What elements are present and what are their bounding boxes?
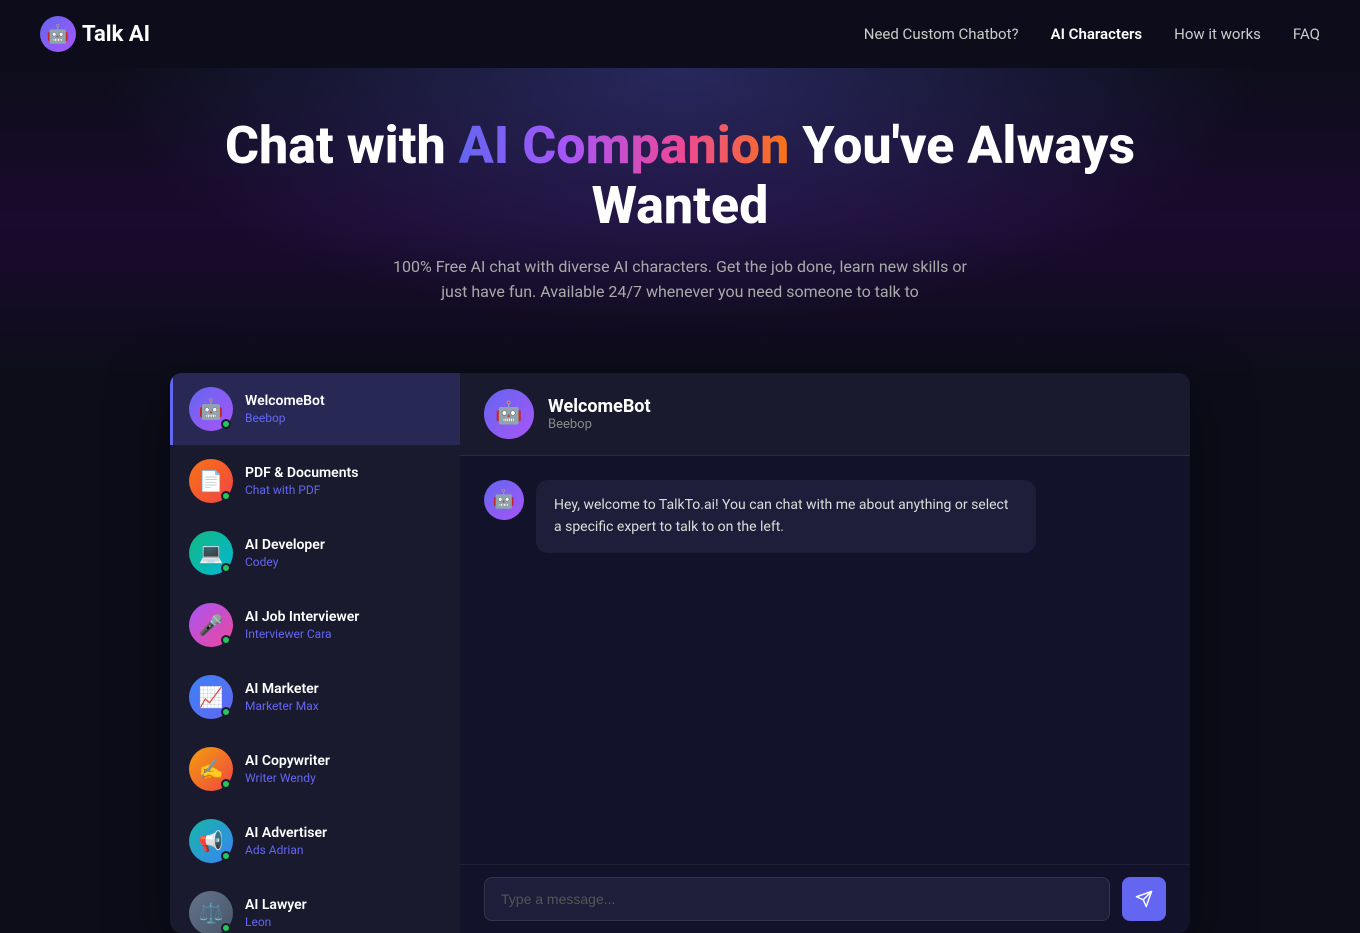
sidebar-item-marketer[interactable]: 📈 AI Marketer Marketer Max — [170, 661, 460, 733]
sidebar-item-advertiser[interactable]: 📢 AI Advertiser Ads Adrian — [170, 805, 460, 877]
item-title: PDF & Documents — [245, 465, 444, 481]
online-dot — [221, 563, 231, 573]
item-info: WelcomeBot Beebop — [245, 393, 444, 425]
online-dot — [221, 923, 231, 933]
avatar-wrap: 📄 — [189, 459, 233, 503]
hero-section: Chat with AI Companion You've Always Wan… — [0, 68, 1360, 373]
logo[interactable]: 🤖 Talk AI — [40, 16, 150, 52]
send-icon — [1135, 890, 1153, 908]
online-dot — [221, 491, 231, 501]
online-dot — [221, 419, 231, 429]
sidebar-item-lawyer[interactable]: ⚖️ AI Lawyer Leon — [170, 877, 460, 933]
nav-links: Need Custom Chatbot? AI Characters How it … — [864, 25, 1320, 43]
nav-link[interactable]: Need Custom Chatbot? — [864, 25, 1019, 43]
avatar-wrap: 🤖 — [189, 387, 233, 431]
sidebar-item-copywriter[interactable]: ✍️ AI Copywriter Writer Wendy — [170, 733, 460, 805]
item-title: WelcomeBot — [245, 393, 444, 409]
item-sub: Writer Wendy — [245, 771, 444, 785]
avatar-wrap: ⚖️ — [189, 891, 233, 933]
item-info: PDF & Documents Chat with PDF — [245, 465, 444, 497]
chat-header-avatar: 🤖 — [484, 389, 534, 439]
chat-input-area — [460, 864, 1190, 933]
item-title: AI Marketer — [245, 681, 444, 697]
message-avatar: 🤖 — [484, 480, 524, 520]
chat-main: 🤖 WelcomeBot Beebop 🤖 Hey, welcome to Ta… — [460, 373, 1190, 933]
chat-header-name: WelcomeBot — [548, 396, 651, 417]
avatar-wrap: 📈 — [189, 675, 233, 719]
item-sub: Codey — [245, 555, 444, 569]
headline-line2: Wanted — [592, 175, 769, 236]
headline-suffix: You've Always — [789, 115, 1135, 176]
item-title: AI Developer — [245, 537, 444, 553]
sidebar: 🤖 WelcomeBot Beebop 📄 PDF & Documents Ch… — [170, 373, 460, 933]
online-dot — [221, 707, 231, 717]
item-title: AI Lawyer — [245, 897, 444, 913]
item-sub: Chat with PDF — [245, 483, 444, 497]
item-info: AI Copywriter Writer Wendy — [245, 753, 444, 785]
item-title: AI Copywriter — [245, 753, 444, 769]
avatar-wrap: ✍️ — [189, 747, 233, 791]
item-sub: Leon — [245, 915, 444, 929]
message-row: 🤖 Hey, welcome to TalkTo.ai! You can cha… — [484, 480, 1166, 553]
nav-link[interactable]: AI Characters — [1051, 25, 1143, 43]
avatar-wrap: 📢 — [189, 819, 233, 863]
chat-input[interactable] — [484, 877, 1110, 921]
item-sub: Beebop — [245, 411, 444, 425]
item-info: AI Advertiser Ads Adrian — [245, 825, 444, 857]
item-title: AI Job Interviewer — [245, 609, 444, 625]
online-dot — [221, 851, 231, 861]
headline-gradient: AI Companion — [459, 115, 790, 176]
message-bubble: Hey, welcome to TalkTo.ai! You can chat … — [536, 480, 1036, 553]
headline-prefix: Chat with — [225, 115, 459, 176]
sidebar-item-pdf[interactable]: 📄 PDF & Documents Chat with PDF — [170, 445, 460, 517]
sidebar-item-developer[interactable]: 💻 AI Developer Codey — [170, 517, 460, 589]
sidebar-item-interviewer[interactable]: 🎤 AI Job Interviewer Interviewer Cara — [170, 589, 460, 661]
nav-link[interactable]: FAQ — [1293, 25, 1320, 43]
hero-subtitle: 100% Free AI chat with diverse AI charac… — [380, 254, 980, 305]
avatar-wrap: 💻 — [189, 531, 233, 575]
chat-header-info: WelcomeBot Beebop — [548, 396, 651, 432]
chat-container: 🤖 WelcomeBot Beebop 📄 PDF & Documents Ch… — [170, 373, 1190, 933]
item-info: AI Developer Codey — [245, 537, 444, 569]
item-info: AI Job Interviewer Interviewer Cara — [245, 609, 444, 641]
send-button[interactable] — [1122, 877, 1166, 921]
online-dot — [221, 635, 231, 645]
chat-header-sub: Beebop — [548, 417, 651, 432]
navbar: 🤖 Talk AI Need Custom Chatbot? AI Charact… — [0, 0, 1360, 68]
item-sub: Ads Adrian — [245, 843, 444, 857]
item-info: AI Lawyer Leon — [245, 897, 444, 929]
sidebar-item-welcomebot[interactable]: 🤖 WelcomeBot Beebop — [170, 373, 460, 445]
item-info: AI Marketer Marketer Max — [245, 681, 444, 713]
logo-text: Talk AI — [82, 22, 150, 47]
nav-link[interactable]: How it works — [1174, 25, 1261, 43]
item-sub: Interviewer Cara — [245, 627, 444, 641]
online-dot — [221, 779, 231, 789]
hero-headline: Chat with AI Companion You've Always Wan… — [20, 116, 1340, 236]
chat-messages: 🤖 Hey, welcome to TalkTo.ai! You can cha… — [460, 456, 1190, 864]
logo-icon: 🤖 — [40, 16, 76, 52]
item-title: AI Advertiser — [245, 825, 444, 841]
avatar-wrap: 🎤 — [189, 603, 233, 647]
item-sub: Marketer Max — [245, 699, 444, 713]
chat-header: 🤖 WelcomeBot Beebop — [460, 373, 1190, 456]
